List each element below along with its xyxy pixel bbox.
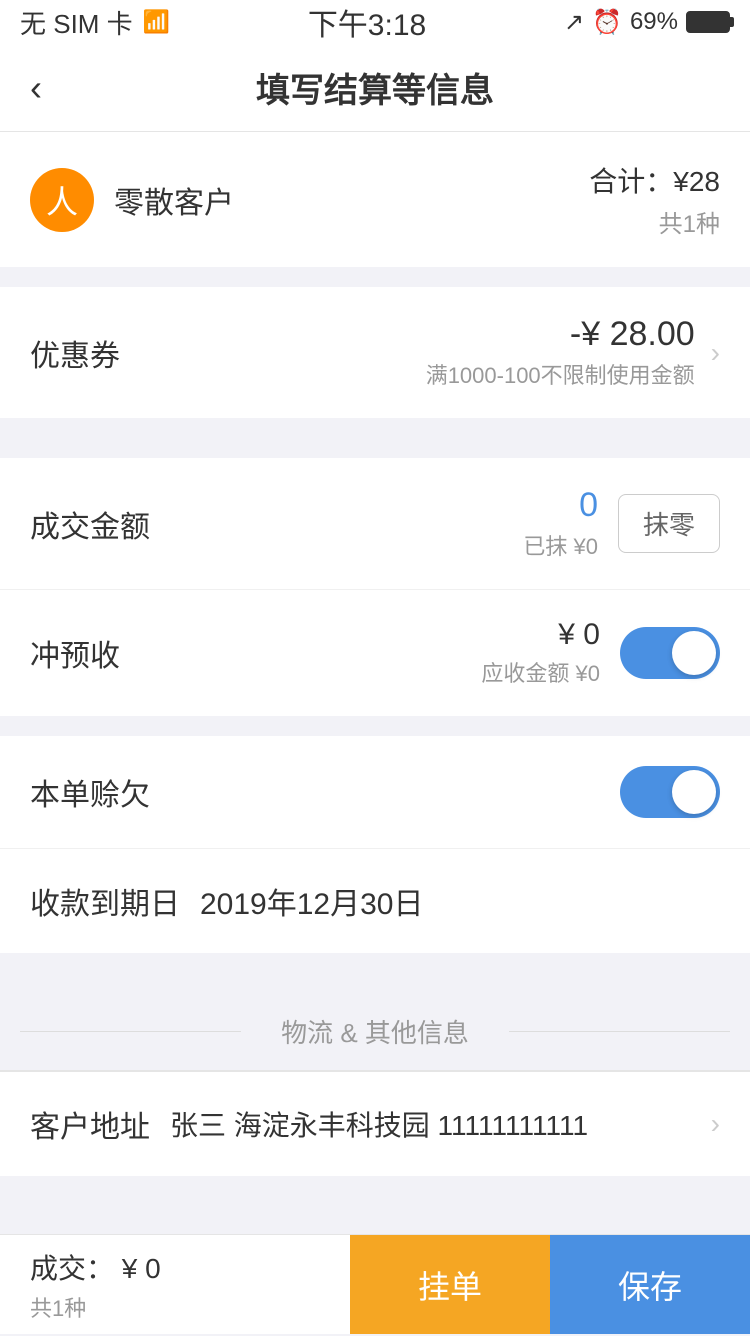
logistics-label: 物流 & 其他信息 (281, 1013, 469, 1050)
advance-toggle[interactable] (620, 627, 720, 679)
location-icon: ↗ (564, 8, 584, 37)
credit-label: 本单赊欠 (30, 770, 150, 814)
advance-label: 冲预收 (30, 631, 120, 675)
credit-row: 本单赊欠 (0, 736, 750, 849)
address-chevron-icon: › (711, 1108, 720, 1140)
advance-right: ¥ 0 应收金额 ¥0 (481, 618, 720, 688)
customer-total: 合计：¥28 (589, 160, 720, 200)
logistics-divider: 物流 & 其他信息 (0, 993, 750, 1070)
battery-label: 69% (630, 8, 678, 36)
avatar-icon: 人 (46, 177, 78, 223)
bottom-deal-label: 成交： (30, 1253, 114, 1284)
coupon-section: 优惠券 -¥ 28.00 满1000-100不限制使用金额 › (0, 287, 750, 418)
status-bar: 无 SIM 卡 📶 下午3:18 ↗ ⏰ 69% (0, 0, 750, 44)
coupon-desc: 满1000-100不限制使用金额 (426, 358, 695, 390)
address-row[interactable]: 客户地址 张三 海淀永丰科技园 11111111111 › (0, 1072, 750, 1176)
deal-amount-label: 成交金额 (30, 502, 150, 546)
separator-2 (0, 716, 750, 736)
bottom-info: 成交： ¥ 0 共1种 (0, 1247, 350, 1323)
carrier-label: 无 SIM 卡 (20, 4, 133, 41)
wifi-icon: 📶 (143, 9, 170, 35)
address-value: 张三 海淀永丰科技园 11111111111 (170, 1104, 711, 1144)
credit-section: 本单赊欠 收款到期日 2019年12月30日 (0, 736, 750, 953)
alarm-icon: ⏰ (592, 8, 622, 37)
status-right: ↗ ⏰ 69% (564, 8, 730, 37)
advance-value-wrap: ¥ 0 应收金额 ¥0 (481, 618, 600, 688)
deal-amount-value: 0 (523, 486, 598, 525)
content-area: 人 零散客户 合计：¥28 共1种 优惠券 -¥ 28.00 满1000-100… (0, 132, 750, 1336)
divider-line-left (20, 1031, 241, 1032)
due-date-value: 2019年12月30日 (200, 879, 423, 923)
bottom-count: 共1种 (30, 1291, 320, 1323)
status-time: 下午3:18 (308, 0, 426, 44)
save-button[interactable]: 保存 (550, 1235, 750, 1334)
separator-3 (0, 973, 750, 993)
deal-amount-right: 0 已抹 ¥0 抹零 (523, 486, 720, 561)
credit-toggle[interactable] (620, 766, 720, 818)
coupon-right: -¥ 28.00 满1000-100不限制使用金额 › (426, 315, 720, 390)
coupon-value: -¥ 28.00 满1000-100不限制使用金额 (426, 315, 695, 390)
address-label: 客户地址 (30, 1102, 150, 1146)
advance-sub: 应收金额 ¥0 (481, 656, 600, 688)
toggle-thumb (672, 631, 716, 675)
coupon-row[interactable]: 优惠券 -¥ 28.00 满1000-100不限制使用金额 › (0, 287, 750, 418)
round-zero-button[interactable]: 抹零 (618, 494, 720, 553)
credit-toggle-thumb (672, 770, 716, 814)
hold-order-button[interactable]: 挂单 (350, 1235, 550, 1334)
customer-right: 合计：¥28 共1种 (589, 160, 720, 239)
customer-row: 人 零散客户 合计：¥28 共1种 (0, 132, 750, 267)
status-left: 无 SIM 卡 📶 (20, 4, 170, 41)
page-title: 填写结算等信息 (256, 63, 494, 112)
advance-row: 冲预收 ¥ 0 应收金额 ¥0 (0, 590, 750, 716)
deal-value-wrap: 0 已抹 ¥0 (523, 486, 598, 561)
divider-line-right (509, 1031, 730, 1032)
back-button[interactable]: ‹ (30, 67, 42, 109)
separator-5 (0, 1196, 750, 1216)
bottom-deal: 成交： ¥ 0 (30, 1247, 320, 1287)
bottom-bar: 成交： ¥ 0 共1种 挂单 保存 (0, 1234, 750, 1334)
customer-left: 人 零散客户 (30, 168, 234, 232)
nav-bar: ‹ 填写结算等信息 (0, 44, 750, 132)
due-date-label: 收款到期日 (30, 879, 180, 923)
customer-count: 共1种 (589, 204, 720, 239)
separator-1 (0, 438, 750, 458)
deal-amount-sub: 已抹 ¥0 (523, 529, 598, 561)
avatar: 人 (30, 168, 94, 232)
coupon-label: 优惠券 (30, 331, 120, 375)
customer-name: 零散客户 (114, 178, 234, 222)
due-date-row: 收款到期日 2019年12月30日 (0, 849, 750, 953)
advance-amount: ¥ 0 (481, 618, 600, 652)
bottom-deal-value: ¥ 0 (122, 1253, 161, 1284)
battery-icon (686, 11, 730, 33)
coupon-amount: -¥ 28.00 (426, 315, 695, 354)
coupon-chevron-icon: › (711, 337, 720, 369)
deal-section: 成交金额 0 已抹 ¥0 抹零 冲预收 ¥ 0 应收金额 ¥0 (0, 458, 750, 716)
deal-amount-row: 成交金额 0 已抹 ¥0 抹零 (0, 458, 750, 590)
